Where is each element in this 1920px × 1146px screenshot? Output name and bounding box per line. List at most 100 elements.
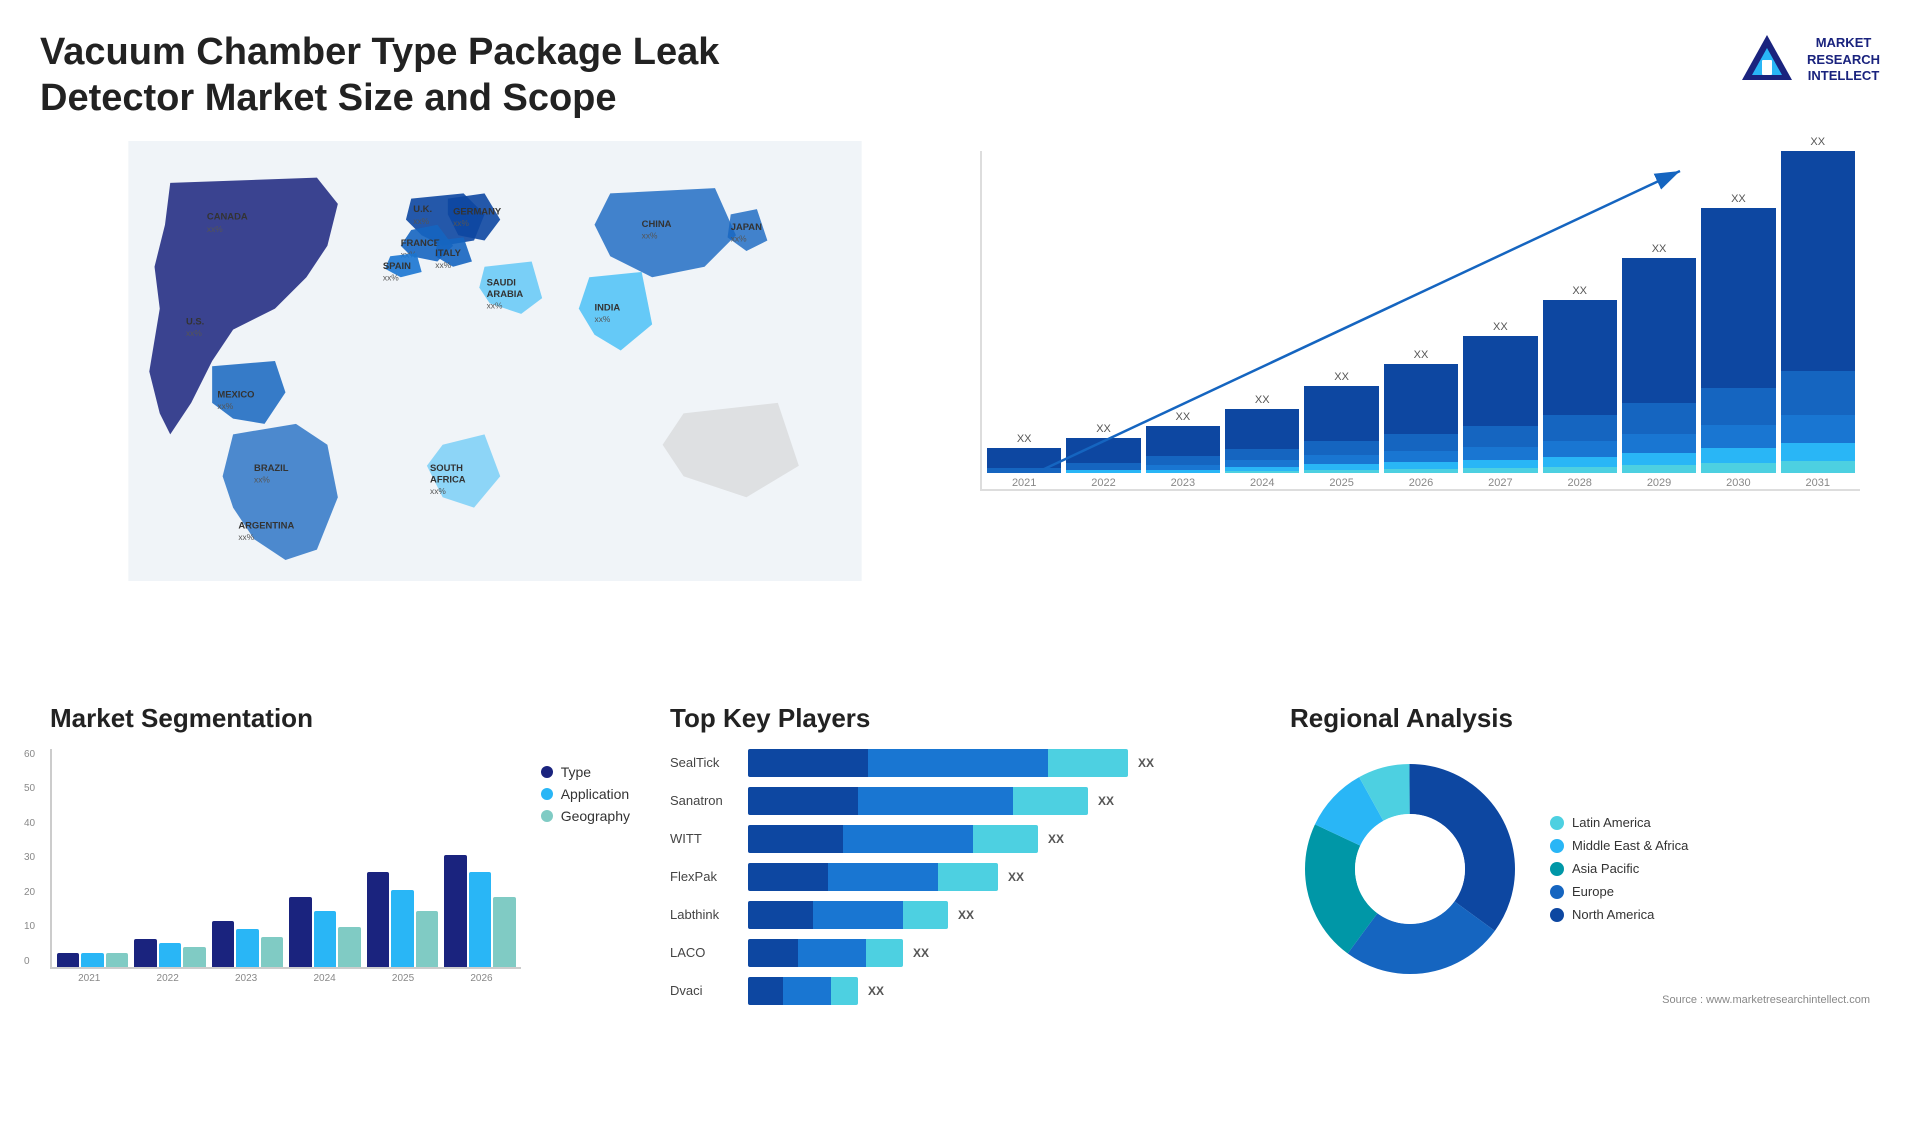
seg-type-bar <box>57 953 79 967</box>
player-bar-sealtick: XX <box>748 749 1250 777</box>
players-title: Top Key Players <box>670 703 1250 734</box>
logo-icon <box>1737 30 1797 90</box>
svg-text:AFRICA: AFRICA <box>430 474 466 485</box>
legend-type-label: Type <box>561 764 591 780</box>
player-sanatron: Sanatron XX <box>670 787 1250 815</box>
player-bar-witt: XX <box>748 825 1250 853</box>
bar-seg3 <box>1048 749 1128 777</box>
svg-text:xx%: xx% <box>595 314 611 324</box>
seg-geo-bar <box>106 953 128 967</box>
bar-2027: XX 2027 <box>1463 321 1537 489</box>
player-value-sealtick: XX <box>1138 756 1154 770</box>
legend-north-america: North America <box>1550 907 1688 922</box>
page-title: Vacuum Chamber Type Package Leak Detecto… <box>40 30 740 121</box>
seg-y-axis: 60 50 40 30 20 10 0 <box>24 749 35 967</box>
legend-type: Type <box>541 764 630 780</box>
svg-text:ARGENTINA: ARGENTINA <box>238 520 294 531</box>
bar-seg2 <box>868 749 1048 777</box>
label-middle-east-africa: Middle East & Africa <box>1572 838 1688 853</box>
svg-text:CHINA: CHINA <box>642 218 672 229</box>
seg-bars: 60 50 40 30 20 10 0 <box>50 749 521 969</box>
svg-text:BRAZIL: BRAZIL <box>254 462 289 473</box>
player-value-witt: XX <box>1048 832 1064 846</box>
bar-2026: XX 2026 <box>1384 349 1458 489</box>
svg-text:INDIA: INDIA <box>595 302 621 313</box>
legend-geo: Geography <box>541 808 630 824</box>
seg-bar-2022 <box>134 939 205 967</box>
bar-2022: XX 2022 <box>1066 423 1140 489</box>
legend-app: Application <box>541 786 630 802</box>
seg-legend: Type Application Geography <box>541 764 630 984</box>
player-value-flexpak: XX <box>1008 870 1024 884</box>
donut-container: Latin America Middle East & Africa Asia … <box>1290 749 1870 989</box>
player-laco: LACO XX <box>670 939 1250 967</box>
player-value-sanatron: XX <box>1098 794 1114 808</box>
bar-year-label: 2021 <box>1012 477 1036 489</box>
svg-text:xx%: xx% <box>430 486 446 496</box>
svg-text:ARABIA: ARABIA <box>487 288 524 299</box>
svg-text:SPAIN: SPAIN <box>383 260 411 271</box>
svg-text:xx%: xx% <box>413 216 429 226</box>
svg-text:xx%: xx% <box>207 224 223 234</box>
bar-2030: XX 2030 <box>1701 193 1775 489</box>
dot-north-america <box>1550 908 1564 922</box>
main-content: CANADA xx% U.S. xx% MEXICO xx% BRAZIL xx… <box>40 141 1880 1116</box>
player-value-laco: XX <box>913 946 929 960</box>
legend-dot-app <box>541 788 553 800</box>
player-bar-laco: XX <box>748 939 1250 967</box>
player-dvaci: Dvaci XX <box>670 977 1250 1005</box>
label-north-america: North America <box>1572 907 1654 922</box>
bar-chart-wrapper: XX 2021 XX <box>980 151 1860 571</box>
svg-text:SOUTH: SOUTH <box>430 462 463 473</box>
dot-latin-america <box>1550 816 1564 830</box>
svg-text:xx%: xx% <box>453 218 469 228</box>
bar-seg1 <box>748 749 868 777</box>
player-labthink: Labthink XX <box>670 901 1250 929</box>
player-bar-dvaci: XX <box>748 977 1250 1005</box>
logo-area: MARKET RESEARCH INTELLECT <box>1737 30 1880 90</box>
legend-geo-label: Geography <box>561 808 630 824</box>
world-map: CANADA xx% U.S. xx% MEXICO xx% BRAZIL xx… <box>40 141 950 581</box>
legend-app-label: Application <box>561 786 630 802</box>
player-name-dvaci: Dvaci <box>670 983 740 998</box>
player-bar-sanatron: XX <box>748 787 1250 815</box>
svg-text:xx%: xx% <box>731 234 747 244</box>
logo-line2: RESEARCH <box>1807 52 1880 69</box>
bar-2023: XX 2023 <box>1146 411 1220 489</box>
chart-bars: XX 2021 XX <box>980 151 1860 491</box>
bar-chart-section: XX 2021 XX <box>970 141 1880 581</box>
legend-latin-america: Latin America <box>1550 815 1688 830</box>
donut-chart <box>1290 749 1530 989</box>
svg-text:U.K.: U.K. <box>413 203 432 214</box>
player-bar-flexpak: XX <box>748 863 1250 891</box>
svg-text:xx%: xx% <box>435 260 451 270</box>
players-section: Top Key Players SealTick XX <box>660 693 1260 1116</box>
svg-text:FRANCE: FRANCE <box>401 237 440 248</box>
player-name-labthink: Labthink <box>670 907 740 922</box>
svg-text:U.S.: U.S. <box>186 316 204 327</box>
svg-text:xx%: xx% <box>217 401 233 411</box>
regional-legend: Latin America Middle East & Africa Asia … <box>1550 815 1688 922</box>
seg-bar-2026 <box>444 855 515 967</box>
svg-text:xx%: xx% <box>238 532 254 542</box>
map-section: CANADA xx% U.S. xx% MEXICO xx% BRAZIL xx… <box>40 141 950 581</box>
player-flexpak: FlexPak XX <box>670 863 1250 891</box>
svg-text:xx%: xx% <box>186 328 202 338</box>
svg-text:MEXICO: MEXICO <box>217 389 254 400</box>
seg-bar-2025 <box>367 872 438 967</box>
player-name-sealtick: SealTick <box>670 755 740 770</box>
svg-text:CANADA: CANADA <box>207 211 248 222</box>
seg-content: 60 50 40 30 20 10 0 <box>50 749 630 984</box>
logo-text: MARKET RESEARCH INTELLECT <box>1807 35 1880 86</box>
bar-xx-label: XX <box>1017 433 1032 445</box>
seg-bar-2023 <box>212 921 283 967</box>
player-name-laco: LACO <box>670 945 740 960</box>
svg-text:xx%: xx% <box>642 231 658 241</box>
dot-europe <box>1550 885 1564 899</box>
bar-2021: XX 2021 <box>987 433 1061 489</box>
bar-2031: XX 2031 <box>1781 136 1855 489</box>
seg-x-labels: 2021 2022 2023 2024 2025 2026 <box>50 973 521 984</box>
segmentation-section: Market Segmentation 60 50 40 30 20 10 <box>40 693 640 1116</box>
svg-text:ITALY: ITALY <box>435 247 461 258</box>
label-asia-pacific: Asia Pacific <box>1572 861 1639 876</box>
